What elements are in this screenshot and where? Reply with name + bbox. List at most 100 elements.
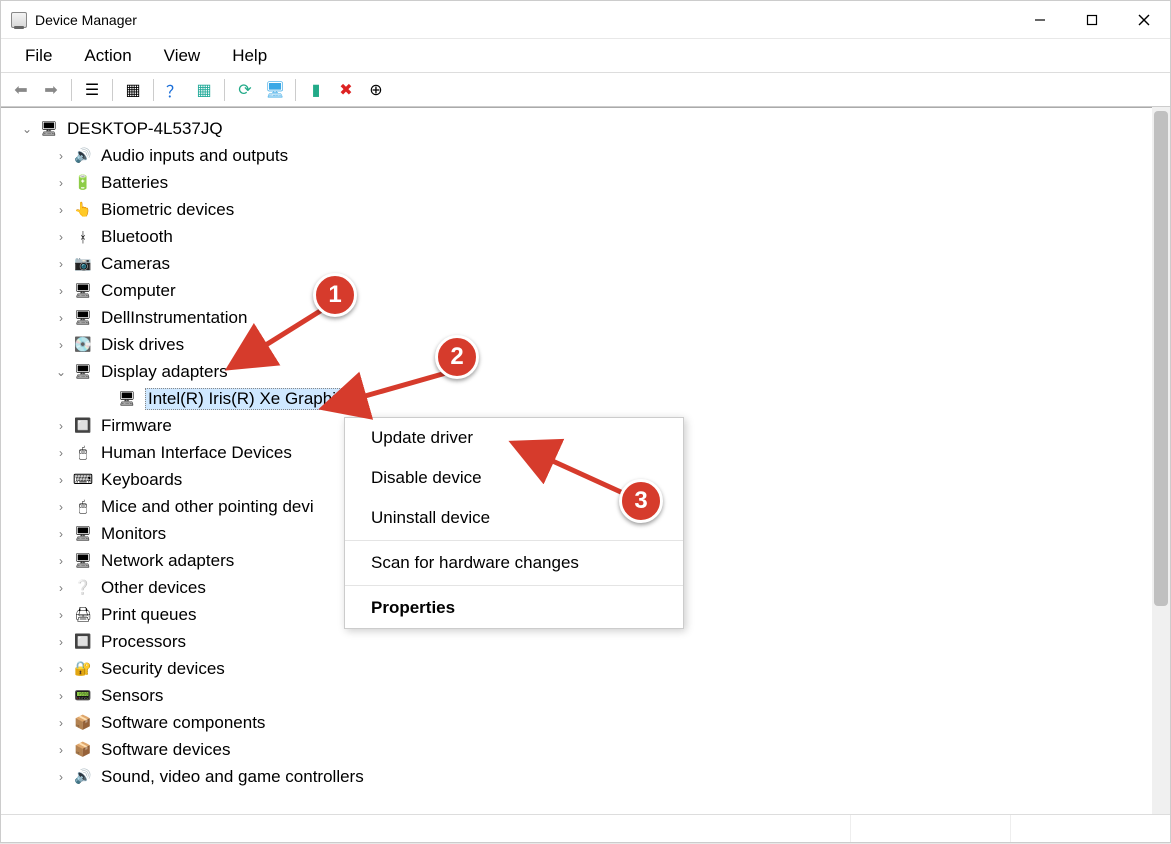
device-category-icon: 🖱	[73, 444, 93, 462]
tree-item[interactable]: › ᚼ Bluetooth	[9, 223, 1148, 250]
chevron-icon[interactable]: ›	[53, 176, 69, 190]
tree-item-label: Disk drives	[101, 335, 184, 355]
device-category-icon: 📦	[73, 714, 93, 732]
tree-item-label: Processors	[101, 632, 186, 652]
back-button[interactable]: ⬅	[7, 76, 35, 104]
chevron-icon[interactable]: ⌄	[53, 365, 69, 379]
chevron-icon[interactable]: ⌄	[19, 122, 35, 136]
down-button[interactable]: ⊕	[362, 76, 390, 104]
chevron-icon[interactable]: ›	[53, 311, 69, 325]
context-menu-item[interactable]: Scan for hardware changes	[345, 543, 683, 583]
action-icon: ▦	[196, 80, 211, 100]
chevron-icon[interactable]: ›	[53, 473, 69, 487]
tree-item-label: Batteries	[101, 173, 168, 193]
tree-item-label: Software components	[101, 713, 265, 733]
app-icon	[11, 12, 27, 28]
tree-item[interactable]: › 💽 Disk drives	[9, 331, 1148, 358]
tree-item-label: Firmware	[101, 416, 172, 436]
maximize-button[interactable]	[1066, 1, 1118, 39]
menu-help[interactable]: Help	[216, 42, 283, 70]
chevron-icon[interactable]: ›	[53, 203, 69, 217]
chevron-icon[interactable]: ›	[53, 716, 69, 730]
chevron-icon[interactable]: ›	[53, 608, 69, 622]
tree-item-label: Sound, video and game controllers	[101, 767, 364, 787]
tree-item[interactable]: › 🔐 Security devices	[9, 655, 1148, 682]
annotation-marker: 3	[619, 479, 663, 523]
help-icon: ？	[166, 78, 182, 102]
context-menu-item[interactable]: Properties	[345, 588, 683, 628]
toolbar: ⬅ ➡ ☰ ▦ ？ ▦ ⟳ 🖥 ▮ ✖ ⊕	[1, 73, 1170, 107]
tree-item[interactable]: › 📦 Software components	[9, 709, 1148, 736]
chevron-icon[interactable]: ›	[53, 284, 69, 298]
chevron-icon[interactable]: ›	[53, 689, 69, 703]
chevron-icon[interactable]: ›	[53, 149, 69, 163]
tree-item-label: Cameras	[101, 254, 170, 274]
device-category-icon: ᚼ	[73, 228, 93, 246]
toolbar-separator	[71, 79, 72, 101]
device-category-icon: 📷	[73, 255, 93, 273]
chevron-icon[interactable]: ›	[53, 527, 69, 541]
chevron-icon[interactable]: ›	[53, 419, 69, 433]
minimize-button[interactable]	[1014, 1, 1066, 39]
device-category-icon: 🖥	[73, 282, 93, 300]
device-category-icon: 🖨	[73, 606, 93, 624]
update-driver-icon: ⟳	[238, 80, 251, 100]
statusbar	[1, 814, 1170, 842]
tree-item[interactable]: ›👆Biometric devices	[9, 196, 1148, 223]
enable-button[interactable]: ▮	[302, 76, 330, 104]
chevron-icon[interactable]: ›	[53, 446, 69, 460]
tree-item-label: Human Interface Devices	[101, 443, 292, 463]
properties-icon: ▦	[125, 80, 140, 100]
menu-file[interactable]: File	[9, 42, 68, 70]
tree-item[interactable]: ›🖥Computer	[9, 277, 1148, 304]
chevron-icon[interactable]: ›	[53, 338, 69, 352]
tree-item[interactable]: › 📷 Cameras	[9, 250, 1148, 277]
tree-item[interactable]: ›🔋Batteries	[9, 169, 1148, 196]
toolbar-separator	[112, 79, 113, 101]
tree-item-label: Biometric devices	[101, 200, 234, 220]
tree-item[interactable]: › 🔲 Processors	[9, 628, 1148, 655]
device-category-icon: 🔲	[73, 633, 93, 651]
chevron-icon[interactable]: ›	[53, 554, 69, 568]
forward-button[interactable]: ➡	[37, 76, 65, 104]
tree-item[interactable]: ›🖥DellInstrumentation	[9, 304, 1148, 331]
properties-button[interactable]: ▦	[119, 76, 147, 104]
tree-item[interactable]: ⌄🖥Display adapters	[9, 358, 1148, 385]
context-menu-item[interactable]: Update driver	[345, 418, 683, 458]
chevron-icon[interactable]: ›	[53, 230, 69, 244]
chevron-icon[interactable]: ›	[53, 635, 69, 649]
uninstall-button[interactable]: ✖	[332, 76, 360, 104]
help-button[interactable]: ？	[160, 76, 188, 104]
menu-action[interactable]: Action	[68, 42, 147, 70]
device-category-icon: 🔐	[73, 660, 93, 678]
status-cell	[850, 815, 1010, 842]
show-hide-tree-button[interactable]: ☰	[78, 76, 106, 104]
scan-button[interactable]: 🖥	[261, 76, 289, 104]
tree-item-child[interactable]: ▶🖥Intel(R) Iris(R) Xe Graphics	[9, 385, 1148, 412]
device-category-icon: 💽	[73, 336, 93, 354]
menubar: File Action View Help	[1, 39, 1170, 73]
action-button[interactable]: ▦	[190, 76, 218, 104]
toolbar-separator	[295, 79, 296, 101]
device-category-icon: 🔲	[73, 417, 93, 435]
chevron-icon[interactable]: ›	[53, 770, 69, 784]
chevron-icon[interactable]: ›	[53, 581, 69, 595]
scrollbar-thumb[interactable]	[1154, 111, 1168, 606]
tree-item-label: Sensors	[101, 686, 163, 706]
tree-item[interactable]: ›📟Sensors	[9, 682, 1148, 709]
close-button[interactable]	[1118, 1, 1170, 39]
tree-root[interactable]: ⌄🖥DESKTOP-4L537JQ	[9, 115, 1148, 142]
chevron-icon[interactable]: ›	[53, 743, 69, 757]
chevron-icon[interactable]: ›	[53, 662, 69, 676]
tree-item-label: Bluetooth	[101, 227, 173, 247]
vertical-scrollbar[interactable]	[1152, 107, 1170, 814]
tree-item-label: Security devices	[101, 659, 225, 679]
update-driver-button[interactable]: ⟳	[231, 76, 259, 104]
menu-view[interactable]: View	[148, 42, 217, 70]
tree-item[interactable]: ›📦Software devices	[9, 736, 1148, 763]
chevron-icon[interactable]: ›	[53, 257, 69, 271]
tree-item[interactable]: ›🔊Audio inputs and outputs	[9, 142, 1148, 169]
chevron-icon[interactable]: ›	[53, 500, 69, 514]
tree-item[interactable]: ›🔊Sound, video and game controllers	[9, 763, 1148, 790]
context-menu: Update driverDisable deviceUninstall dev…	[344, 417, 684, 629]
